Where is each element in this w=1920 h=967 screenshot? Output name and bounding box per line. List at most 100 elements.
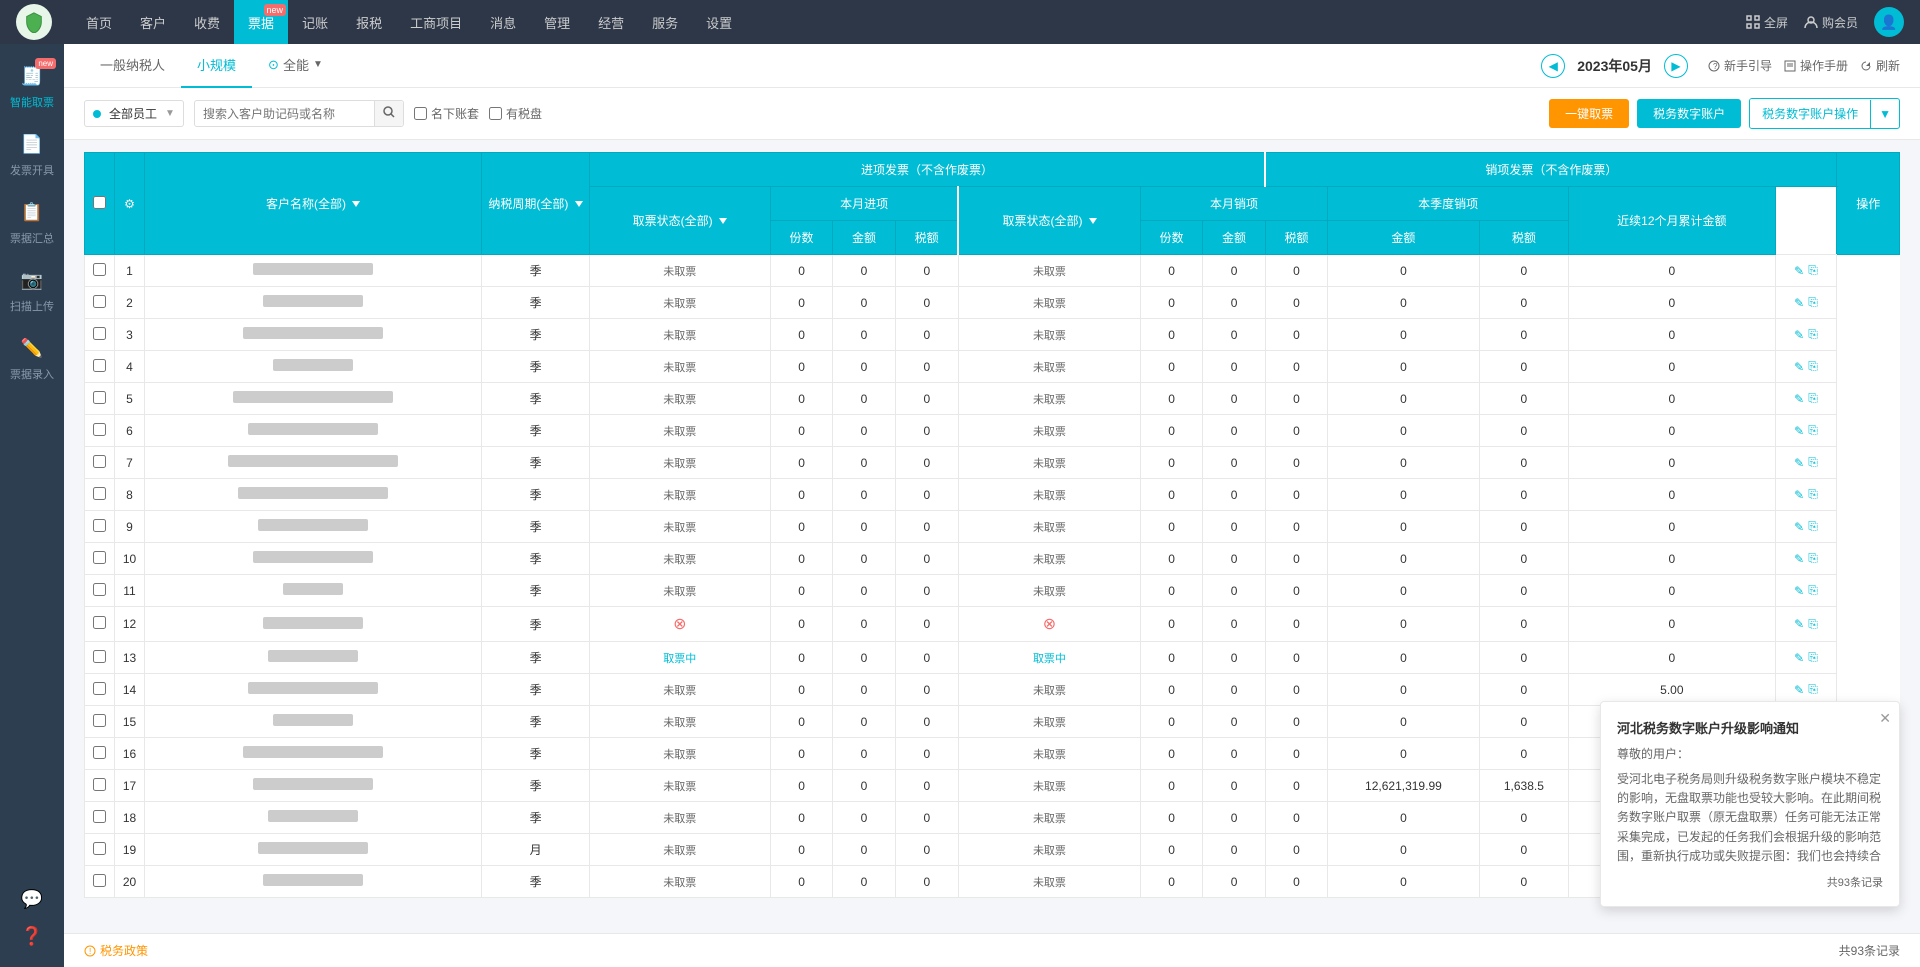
row-copy-btn[interactable]: ⎘	[1808, 327, 1818, 342]
row-checkbox[interactable]	[93, 650, 106, 663]
row-edit-btn[interactable]: ✎	[1794, 360, 1804, 374]
manual-btn[interactable]: 操作手册	[1784, 57, 1848, 74]
row-edit-btn[interactable]: ✎	[1794, 651, 1804, 665]
sidebar-item-scan[interactable]: 📷 扫描上传	[0, 256, 64, 324]
row-copy-btn[interactable]: ⎘	[1808, 263, 1818, 278]
row-edit-btn[interactable]: ✎	[1794, 328, 1804, 342]
row-checkbox[interactable]	[93, 391, 106, 404]
row-checkbox[interactable]	[93, 423, 106, 436]
search-button[interactable]	[374, 101, 403, 126]
row-checkbox[interactable]	[93, 551, 106, 564]
period-prev-btn[interactable]: ◀	[1541, 54, 1565, 78]
checkbox-account-input[interactable]	[414, 107, 427, 120]
nav-customer[interactable]: 客户	[126, 0, 180, 44]
row-checkbox[interactable]	[93, 874, 106, 887]
row-checkbox[interactable]	[93, 487, 106, 500]
dropdown-arrow-icon[interactable]: ▼	[1871, 101, 1899, 127]
nav-bookkeeping[interactable]: 记账	[288, 0, 342, 44]
digital-account-operation-btn[interactable]: 税务数字账户操作 ▼	[1749, 98, 1900, 129]
nav-tax[interactable]: 报税	[342, 0, 396, 44]
row-name-cell	[145, 447, 482, 479]
nav-manage[interactable]: 管理	[530, 0, 584, 44]
sidebar-item-enter[interactable]: ✏️ 票据录入	[0, 324, 64, 392]
row-edit-btn[interactable]: ✎	[1794, 683, 1804, 697]
row-edit-btn[interactable]: ✎	[1794, 456, 1804, 470]
nav-settings[interactable]: 设置	[692, 0, 746, 44]
nav-message[interactable]: 消息	[476, 0, 530, 44]
row-copy-btn[interactable]: ⎘	[1808, 487, 1818, 502]
row-edit-btn[interactable]: ✎	[1794, 392, 1804, 406]
row-checkbox[interactable]	[93, 519, 106, 532]
nav-operation[interactable]: 经营	[584, 0, 638, 44]
row-checkbox[interactable]	[93, 455, 106, 468]
row-copy-btn[interactable]: ⎘	[1808, 583, 1818, 598]
row-edit-btn[interactable]: ✎	[1794, 584, 1804, 598]
row-quarter-tax-cell: 0	[1479, 706, 1568, 738]
member-btn[interactable]: 购会员	[1804, 14, 1858, 31]
refresh-btn[interactable]: 刷新	[1860, 57, 1900, 74]
row-copy-btn[interactable]: ⎘	[1808, 617, 1818, 632]
nav-service[interactable]: 服务	[638, 0, 692, 44]
row-checkbox[interactable]	[93, 778, 106, 791]
sidebar-item-open-invoice[interactable]: 📄 发票开具	[0, 120, 64, 188]
tab-all[interactable]: ⊙ 全能 ▼	[252, 44, 339, 88]
nav-home[interactable]: 首页	[72, 0, 126, 44]
search-input[interactable]	[195, 103, 375, 125]
staff-select[interactable]: 全部员工 ▼	[84, 100, 184, 127]
nav-billing[interactable]: 收费	[180, 0, 234, 44]
row-copy-btn[interactable]: ⎘	[1808, 551, 1818, 566]
row-out-status-cell: 未取票	[958, 415, 1140, 447]
select-all-checkbox[interactable]	[93, 196, 106, 209]
row-checkbox[interactable]	[93, 842, 106, 855]
row-edit-btn[interactable]: ✎	[1794, 520, 1804, 534]
row-checkbox[interactable]	[93, 682, 106, 695]
digital-account-btn[interactable]: 税务数字账户	[1637, 99, 1741, 128]
row-edit-btn[interactable]: ✎	[1794, 488, 1804, 502]
user-avatar[interactable]: 👤	[1874, 7, 1904, 37]
checkbox-taxpad-input[interactable]	[489, 107, 502, 120]
row-copy-btn[interactable]: ⎘	[1808, 359, 1818, 374]
row-in-tax-cell: 0	[895, 543, 958, 575]
row-checkbox[interactable]	[93, 616, 106, 629]
row-out-tax-cell: 0	[1265, 834, 1327, 866]
nav-invoice[interactable]: 票据 new	[234, 0, 288, 44]
row-checkbox[interactable]	[93, 746, 106, 759]
sidebar-item-fetch-ticket[interactable]: 🧾 智能取票 new	[0, 52, 64, 120]
one-click-fetch-btn[interactable]: 一键取票	[1549, 99, 1629, 128]
sidebar-bottom-icon2[interactable]: ❓	[21, 926, 43, 947]
row-edit-btn[interactable]: ✎	[1794, 617, 1804, 631]
row-copy-btn[interactable]: ⎘	[1808, 650, 1818, 665]
fullscreen-btn[interactable]: 全屏	[1746, 14, 1788, 31]
period-next-btn[interactable]: ▶	[1664, 54, 1688, 78]
row-checkbox[interactable]	[93, 295, 106, 308]
row-copy-btn[interactable]: ⎘	[1808, 295, 1818, 310]
checkbox-account[interactable]: 名下账套	[414, 105, 479, 122]
row-copy-btn[interactable]: ⎘	[1808, 391, 1818, 406]
checkbox-taxpad[interactable]: 有税盘	[489, 105, 542, 122]
row-out-count-cell: 0	[1140, 834, 1202, 866]
sidebar-item-summary[interactable]: 📋 票据汇总	[0, 188, 64, 256]
row-edit-btn[interactable]: ✎	[1794, 552, 1804, 566]
nav-business[interactable]: 工商项目	[396, 0, 476, 44]
notification-close-btn[interactable]: ✕	[1879, 710, 1891, 727]
row-edit-btn[interactable]: ✎	[1794, 424, 1804, 438]
row-copy-btn[interactable]: ⎘	[1808, 682, 1818, 697]
row-copy-btn[interactable]: ⎘	[1808, 423, 1818, 438]
row-checkbox[interactable]	[93, 327, 106, 340]
row-checkbox[interactable]	[93, 810, 106, 823]
row-edit-btn[interactable]: ✎	[1794, 296, 1804, 310]
row-quarter-tax-cell: 0	[1479, 866, 1568, 898]
tax-policy-link[interactable]: ! 税务政策	[84, 942, 148, 959]
row-edit-btn[interactable]: ✎	[1794, 264, 1804, 278]
row-checkbox[interactable]	[93, 583, 106, 596]
row-checkbox[interactable]	[93, 359, 106, 372]
tab-small-scale[interactable]: 小规模	[181, 44, 252, 88]
new-guide-btn[interactable]: ? 新手引导	[1708, 57, 1772, 74]
row-quarter-amount-cell: 0	[1328, 255, 1479, 287]
row-checkbox[interactable]	[93, 714, 106, 727]
row-copy-btn[interactable]: ⎘	[1808, 455, 1818, 470]
sidebar-bottom-icon1[interactable]: 💬	[21, 889, 43, 910]
tab-general-taxpayer[interactable]: 一般纳税人	[84, 44, 181, 88]
row-copy-btn[interactable]: ⎘	[1808, 519, 1818, 534]
row-checkbox[interactable]	[93, 263, 106, 276]
